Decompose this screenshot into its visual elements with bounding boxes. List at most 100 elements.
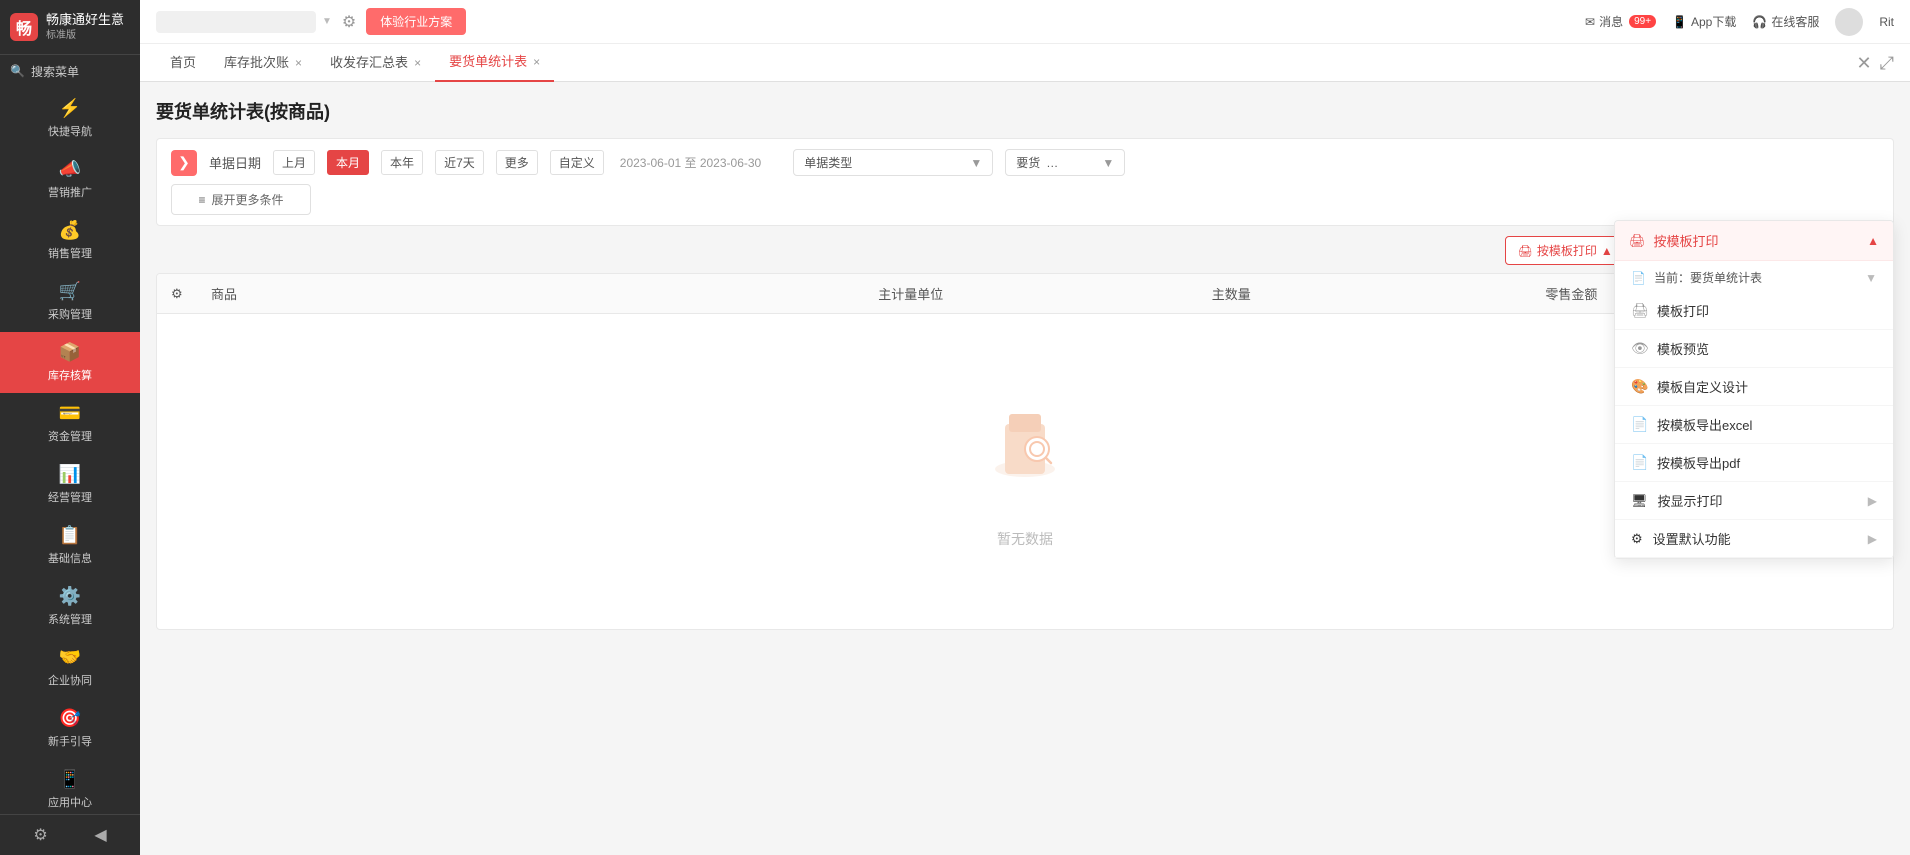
main-content: ▼ ⚙ 体验行业方案 ✉ 消息 99+ 📱 App下载 🎧 在线客服 Rit [140,0,1910,855]
order-category-select[interactable]: 要货 … ▼ [1005,149,1125,176]
inventory-icon: 📦 [59,342,81,363]
tab-receipt-summary[interactable]: 收发存汇总表 × [316,44,435,82]
messages-icon: ✉ [1585,15,1595,29]
empty-icon [975,394,1075,513]
order-type-select[interactable]: 单据类型 ▼ [793,149,993,176]
messages-area[interactable]: ✉ 消息 99+ [1585,13,1656,30]
expand-more-btn[interactable]: ≡ 展开更多条件 [171,184,311,215]
date-btn-custom[interactable]: 自定义 [550,150,604,175]
order-category-arrow: ▼ [1102,156,1114,170]
date-btn-this-month[interactable]: 本月 [327,150,369,175]
template-export-excel-item[interactable]: 📄 按模板导出excel [1615,406,1893,444]
date-btn-last-7-days[interactable]: 近7天 [435,150,484,175]
sidebar-item-finance[interactable]: 💳 资金管理 [0,393,140,454]
close-receipt-summary[interactable]: × [414,44,421,82]
print-chevron-up: ▲ [1601,244,1613,258]
expand-chevron-icon: ≡ [198,193,205,207]
set-default-item[interactable]: ⚙ 设置默认功能 ▶ [1615,520,1893,558]
col-gear[interactable]: ⚙ [171,286,211,302]
system-icon: ⚙️ [59,586,81,607]
operations-icon: 📊 [59,464,81,485]
sidebar-item-sales[interactable]: 💰 销售管理 [0,210,140,271]
ellipsis-icon: … [1046,156,1058,170]
filter-row: ❯ 单据日期 上月 本月 本年 近7天 更多 自定义 2023-06-01 至 … [171,149,1879,176]
current-template-row: 📄 当前：要货单统计表 ▼ [1615,261,1893,292]
template-export-pdf-item[interactable]: 📄 按模板导出pdf [1615,444,1893,482]
basic-icon: 📋 [59,525,81,546]
tabbar: 首页 库存批次账 × 收发存汇总表 × 要货单统计表 × ✕ ⤢ [140,44,1910,82]
headset-icon: 🎧 [1752,15,1767,29]
sidebar-search[interactable]: 🔍 搜索菜单 [0,55,140,88]
template-custom-item[interactable]: 🎨 模板自定义设计 [1615,368,1893,406]
template-print-item[interactable]: 🖨 模板打印 [1615,292,1893,330]
search-icon: 🔍 [10,64,25,78]
dropdown-collapse-icon[interactable]: ▲ [1867,234,1879,248]
sidebar-item-basic[interactable]: 📋 基础信息 [0,515,140,576]
close-batch-account[interactable]: × [295,44,302,82]
date-btn-more[interactable]: 更多 [496,150,538,175]
order-type-label: 单据类型 [804,154,852,171]
topbar-gear-icon[interactable]: ⚙ [342,12,356,32]
app-download-area[interactable]: 📱 App下载 [1672,13,1736,30]
page-content: 要货单统计表(按商品) ❯ 单据日期 上月 本月 本年 近7天 更多 自定义 2… [140,82,1910,855]
sales-icon: 💰 [59,220,81,241]
date-filter-label: 单据日期 [209,153,261,172]
filter-bar: ❯ 单据日期 上月 本月 本年 近7天 更多 自定义 2023-06-01 至 … [156,138,1894,226]
template-export-excel-icon: 📄 [1631,416,1647,433]
display-print-arrow: ▶ [1868,494,1877,508]
sidebar-item-marketing[interactable]: 📣 营销推广 [0,149,140,210]
topbar-left: ▼ ⚙ 体验行业方案 [156,8,466,35]
collab-icon: 🤝 [59,647,81,668]
topbar: ▼ ⚙ 体验行业方案 ✉ 消息 99+ 📱 App下载 🎧 在线客服 Rit [140,0,1910,44]
topbar-search-input[interactable] [156,11,316,33]
print-header-icon: 🖨 [1629,233,1646,249]
col-product-header: 商品 [211,284,878,303]
sidebar-item-system[interactable]: ⚙️ 系统管理 [0,576,140,637]
col-qty-header: 主数量 [1212,284,1546,303]
topbar-right: ✉ 消息 99+ 📱 App下载 🎧 在线客服 Rit [1585,8,1894,36]
quick-nav-icon: ⚡ [59,98,81,119]
date-range-display: 2023-06-01 至 2023-06-30 [620,154,761,171]
tab-home[interactable]: 首页 [156,44,210,82]
sidebar-item-purchase[interactable]: 🛒 采购管理 [0,271,140,332]
tab-batch-account[interactable]: 库存批次账 × [210,44,316,82]
page-title: 要货单统计表(按商品) [156,98,1894,124]
printer-icon: 🖨 [1518,244,1533,258]
dropdown-header[interactable]: 🖨 按模板打印 ▲ [1615,221,1893,261]
trial-industry-btn[interactable]: 体验行业方案 [366,8,466,35]
tab-close-all-btn[interactable]: ✕ [1857,54,1872,72]
date-btn-this-year[interactable]: 本年 [381,150,423,175]
sidebar-item-guide[interactable]: 🎯 新手引导 [0,698,140,759]
tab-order-stats[interactable]: 要货单统计表 × [435,44,554,82]
template-custom-icon: 🎨 [1631,378,1647,395]
sidebar-item-collab[interactable]: 🤝 企业协同 [0,637,140,698]
marketing-icon: 📣 [59,159,81,180]
volume-icon[interactable]: ◀ [94,825,106,845]
template-export-pdf-icon: 📄 [1631,454,1647,471]
app-download-icon: 📱 [1672,15,1687,29]
settings-bottom-icon[interactable]: ⚙ [33,825,47,845]
set-default-icon: ⚙ [1631,531,1643,547]
order-category-label: 要货 [1016,154,1040,171]
display-print-item[interactable]: 🖥 按显示打印 ▶ [1615,482,1893,520]
close-order-stats[interactable]: × [533,43,540,81]
template-expand-arrow[interactable]: ▼ [1865,271,1877,285]
tab-actions: ✕ ⤢ [1857,54,1895,72]
template-doc-icon: 📄 [1631,271,1646,285]
template-preview-icon: 👁 [1631,340,1647,357]
sidebar-item-inventory[interactable]: 📦 库存核算 [0,332,140,393]
online-service-area[interactable]: 🎧 在线客服 [1752,13,1819,30]
template-preview-item[interactable]: 👁 模板预览 [1615,330,1893,368]
search-dropdown-arrow[interactable]: ▼ [322,16,332,27]
sidebar-item-apps[interactable]: 📱 应用中心 [0,759,140,814]
sidebar-logo: 畅 畅康通好生意 标准版 [0,0,140,55]
user-avatar[interactable] [1835,8,1863,36]
print-template-btn[interactable]: 🖨 按模板打印 ▲ [1505,236,1626,265]
date-btn-last-month[interactable]: 上月 [273,150,315,175]
order-type-arrow: ▼ [970,156,982,170]
print-template-dropdown: 🖨 按模板打印 ▲ 📄 当前：要货单统计表 ▼ 🖨 模板打印 👁 模板预览 🎨 [1614,220,1894,559]
filter-expand-btn[interactable]: ❯ [171,150,197,176]
tab-maximize-btn[interactable]: ⤢ [1880,54,1894,72]
sidebar-item-operations[interactable]: 📊 经营管理 [0,454,140,515]
sidebar-item-quick-nav[interactable]: ⚡ 快捷导航 [0,88,140,149]
